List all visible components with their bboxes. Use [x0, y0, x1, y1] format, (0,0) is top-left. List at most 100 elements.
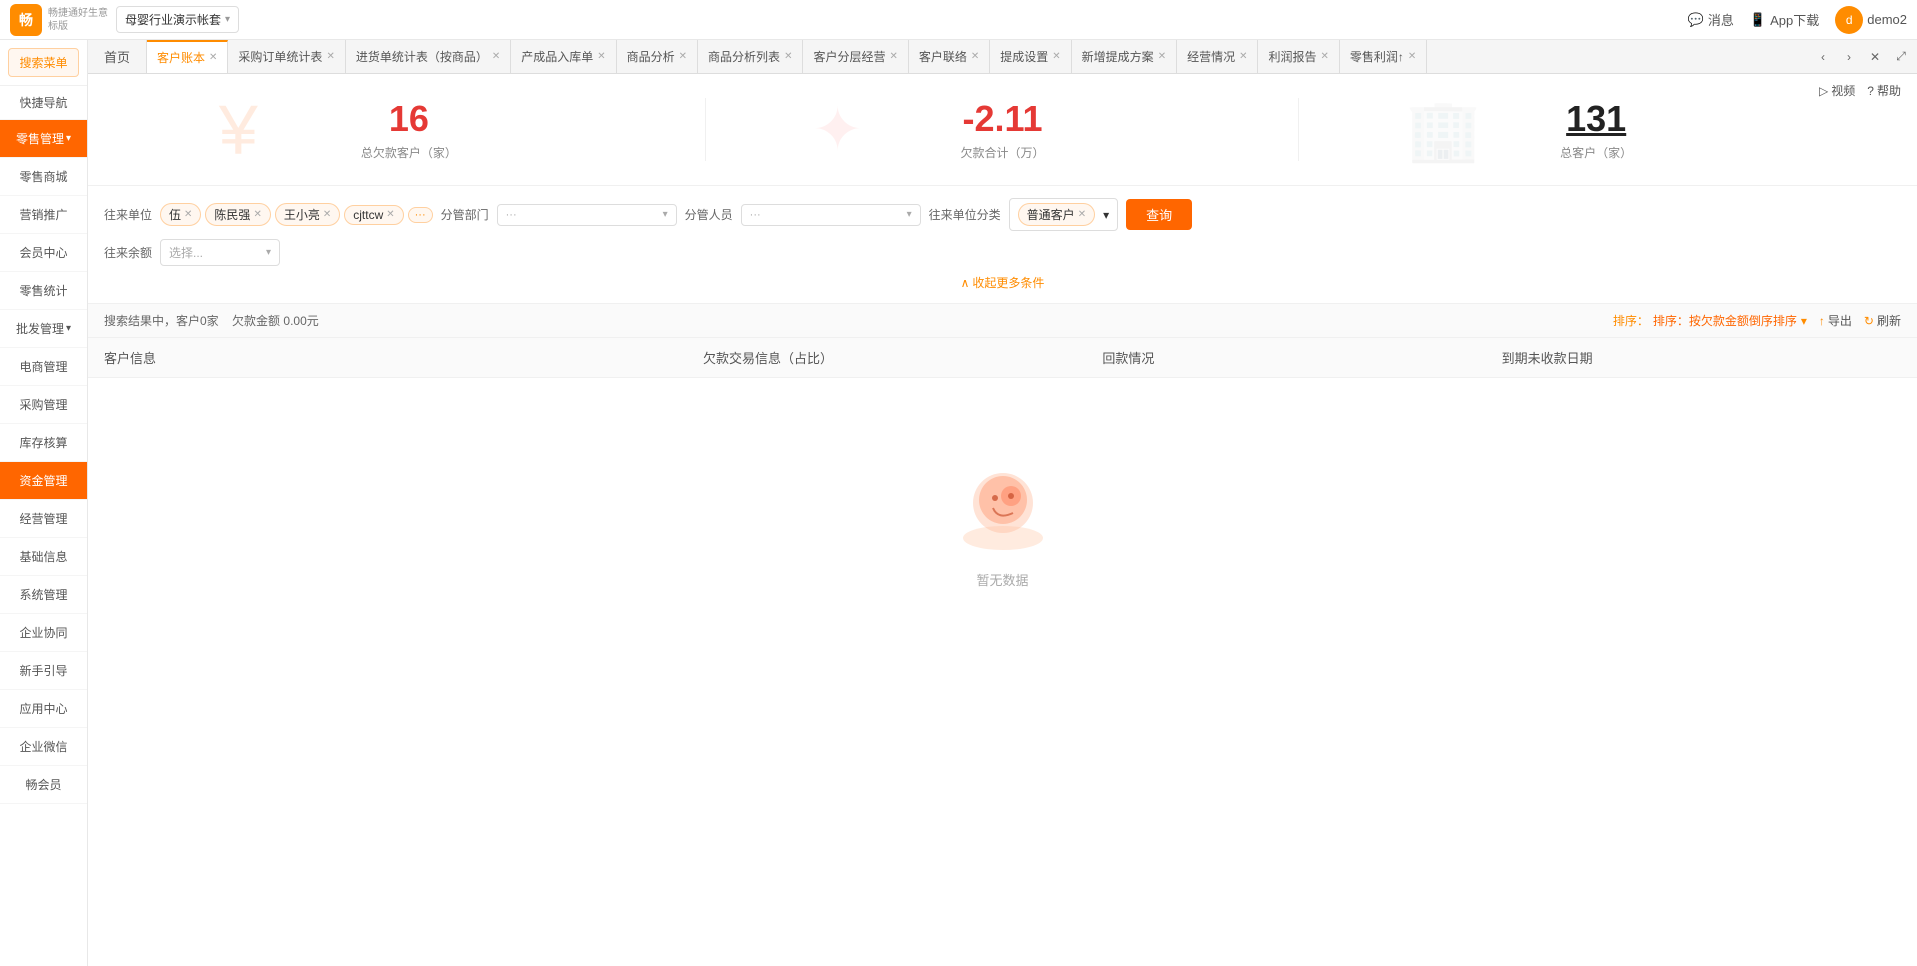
tab-product-analysis-list[interactable]: 商品分析列表 ✕: [698, 40, 803, 74]
tab-close-icon[interactable]: ✕: [492, 51, 500, 62]
tab-label: 产成品入库单: [521, 48, 593, 65]
tag-close-chen[interactable]: ✕: [253, 209, 261, 220]
tab-label: 利润报告: [1268, 48, 1316, 65]
tab-next-button[interactable]: ›: [1837, 45, 1861, 69]
tab-new-commission[interactable]: 新增提成方案 ✕: [1072, 40, 1177, 74]
tab-close-icon[interactable]: ✕: [971, 51, 979, 62]
sidebar-item-inventory[interactable]: 库存核算: [0, 424, 87, 462]
tag-close-wu[interactable]: ✕: [184, 209, 192, 220]
tab-expand-button[interactable]: ⤢: [1889, 45, 1913, 69]
sort-selector[interactable]: 排序： 排序：按欠款金额倒序排序 ▾: [1613, 312, 1807, 329]
tab-purchase-order-stats[interactable]: 采购订单统计表 ✕: [228, 40, 345, 74]
collapse-label: 收起更多条件: [972, 274, 1044, 291]
stats-area: ▷ 视频 ? 帮助 ¥ 16 总欠款客户（家） ✦: [88, 74, 1917, 186]
export-button[interactable]: ↑ 导出: [1819, 312, 1852, 329]
quick-nav-button[interactable]: 快捷导航: [0, 86, 87, 120]
app-download-button[interactable]: 📱 App下载: [1750, 10, 1819, 29]
query-button[interactable]: 查询: [1126, 199, 1192, 230]
chevron-down-icon: ▾: [66, 133, 71, 144]
table-header: 客户信息 欠款交易信息（占比） 回款情况 到期未收款日期: [88, 338, 1917, 378]
industry-selector[interactable]: 母婴行业演示帐套 ▾: [116, 6, 239, 33]
tag-close-cjttcw[interactable]: ✕: [386, 209, 394, 220]
tab-home[interactable]: 首页: [88, 40, 147, 74]
tab-close-icon[interactable]: ✕: [784, 51, 792, 62]
tag-close-wang[interactable]: ✕: [323, 209, 331, 220]
sidebar-item-wholesale-mgmt[interactable]: 批发管理 ▾: [0, 310, 87, 348]
tab-close-icon[interactable]: ✕: [1408, 51, 1416, 62]
stat-block-customers: ¥ 16 总欠款客户（家）: [112, 90, 706, 169]
collapse-button[interactable]: ∧ 收起更多条件: [104, 274, 1901, 291]
sidebar-item-guide[interactable]: 新手引导: [0, 652, 87, 690]
sidebar-item-finance[interactable]: 资金管理: [0, 462, 87, 500]
tab-close-icon[interactable]: ✕: [1239, 51, 1247, 62]
logo[interactable]: 畅 畅捷通好生意 标版: [10, 4, 108, 36]
sidebar-item-enterprise[interactable]: 企业协同: [0, 614, 87, 652]
tab-close-icon[interactable]: ✕: [209, 52, 217, 63]
sidebar-item-app-center[interactable]: 应用中心: [0, 690, 87, 728]
filter-tag-wang: 王小亮 ✕: [275, 203, 340, 226]
tab-label: 提成设置: [1000, 48, 1048, 65]
sidebar-item-membership[interactable]: 会员中心: [0, 234, 87, 272]
logo-line2: 标版: [48, 20, 108, 33]
category-select[interactable]: 普通客户 ✕ ▾: [1009, 198, 1118, 231]
logo-line1: 畅捷通好生意: [48, 7, 108, 20]
tab-close-icon[interactable]: ✕: [1158, 51, 1166, 62]
tab-product-analysis[interactable]: 商品分析 ✕: [617, 40, 698, 74]
sidebar-item-system[interactable]: 系统管理: [0, 576, 87, 614]
tab-label: 新增提成方案: [1082, 48, 1154, 65]
sidebar-item-retail-mall[interactable]: 零售商城: [0, 158, 87, 196]
tab-customer-ledger[interactable]: 客户账本 ✕: [147, 40, 228, 74]
username: demo2: [1867, 12, 1907, 27]
tab-close-icon[interactable]: ✕: [889, 51, 897, 62]
logo-icon: 畅: [10, 4, 42, 36]
sidebar-item-marketing[interactable]: 营销推广: [0, 196, 87, 234]
sidebar-item-retail-mgmt[interactable]: 零售管理 ▾: [0, 120, 87, 158]
refresh-icon: ↻: [1864, 314, 1874, 328]
dept-select[interactable]: ··· ▾: [497, 204, 677, 226]
tab-profit-report[interactable]: 利润报告 ✕: [1258, 40, 1339, 74]
tab-label: 商品分析列表: [708, 48, 780, 65]
tab-close-icon[interactable]: ✕: [597, 51, 605, 62]
sidebar-item-retail-stats[interactable]: 零售统计: [0, 272, 87, 310]
sidebar-item-basic-info[interactable]: 基础信息: [0, 538, 87, 576]
result-actions: 排序： 排序：按欠款金额倒序排序 ▾ ↑ 导出 ↻ 刷新: [1613, 312, 1901, 329]
tab-customer-contact[interactable]: 客户联络 ✕: [909, 40, 990, 74]
category-label: 往来单位分类: [929, 206, 1001, 223]
logo-text: 畅捷通好生意 标版: [48, 7, 108, 33]
tab-close-icon[interactable]: ✕: [679, 51, 687, 62]
tab-inbound-stats[interactable]: 进货单统计表（按商品） ✕: [346, 40, 511, 74]
tab-close-icon[interactable]: ✕: [326, 51, 334, 62]
tab-customer-layered[interactable]: 客户分层经营 ✕: [803, 40, 908, 74]
messages-button[interactable]: 💬 消息: [1688, 10, 1734, 29]
more-tags-button[interactable]: ···: [408, 207, 433, 223]
stat-block-total-customers: 🏢 131 总客户（家）: [1299, 90, 1893, 169]
tab-prev-button[interactable]: ‹: [1811, 45, 1835, 69]
tab-close-icon[interactable]: ✕: [1052, 51, 1060, 62]
chevron-down-icon: ▾: [663, 209, 668, 220]
tag-close-category[interactable]: ✕: [1078, 209, 1086, 220]
sidebar-item-wechat[interactable]: 企业微信: [0, 728, 87, 766]
tab-close-icon[interactable]: ✕: [1321, 51, 1329, 62]
sidebar-item-ecommerce[interactable]: 电商管理: [0, 348, 87, 386]
tab-close-all-button[interactable]: ✕: [1863, 45, 1887, 69]
sidebar-item-label: 零售管理: [16, 130, 64, 147]
tab-label: 经营情况: [1187, 48, 1235, 65]
search-menu-button[interactable]: 搜索菜单: [8, 48, 79, 77]
tab-retail-profit[interactable]: 零售利润↑ ✕: [1340, 40, 1427, 74]
filter-row-1: 往来单位 伍 ✕ 陈民强 ✕ 王小亮: [104, 198, 1901, 231]
sidebar-item-vip[interactable]: 畅会员: [0, 766, 87, 804]
person-select[interactable]: ··· ▾: [741, 204, 921, 226]
tab-commission-settings[interactable]: 提成设置 ✕: [990, 40, 1071, 74]
col-payment-status: 回款情况: [1102, 348, 1501, 367]
user-menu[interactable]: d demo2: [1835, 6, 1907, 34]
messages-label: 消息: [1708, 10, 1734, 29]
dept-label: 分管部门: [441, 206, 489, 223]
tab-production-inbound[interactable]: 产成品入库单 ✕: [511, 40, 616, 74]
tab-operations[interactable]: 经营情况 ✕: [1177, 40, 1258, 74]
sidebar-item-operations[interactable]: 经营管理: [0, 500, 87, 538]
refresh-button[interactable]: ↻ 刷新: [1864, 312, 1901, 329]
sidebar-item-purchase[interactable]: 采购管理: [0, 386, 87, 424]
sidebar-item-label: 批发管理: [16, 320, 64, 337]
chevron-up-icon: ∧: [961, 276, 970, 290]
balance-select[interactable]: 选择... ▾: [160, 239, 280, 266]
